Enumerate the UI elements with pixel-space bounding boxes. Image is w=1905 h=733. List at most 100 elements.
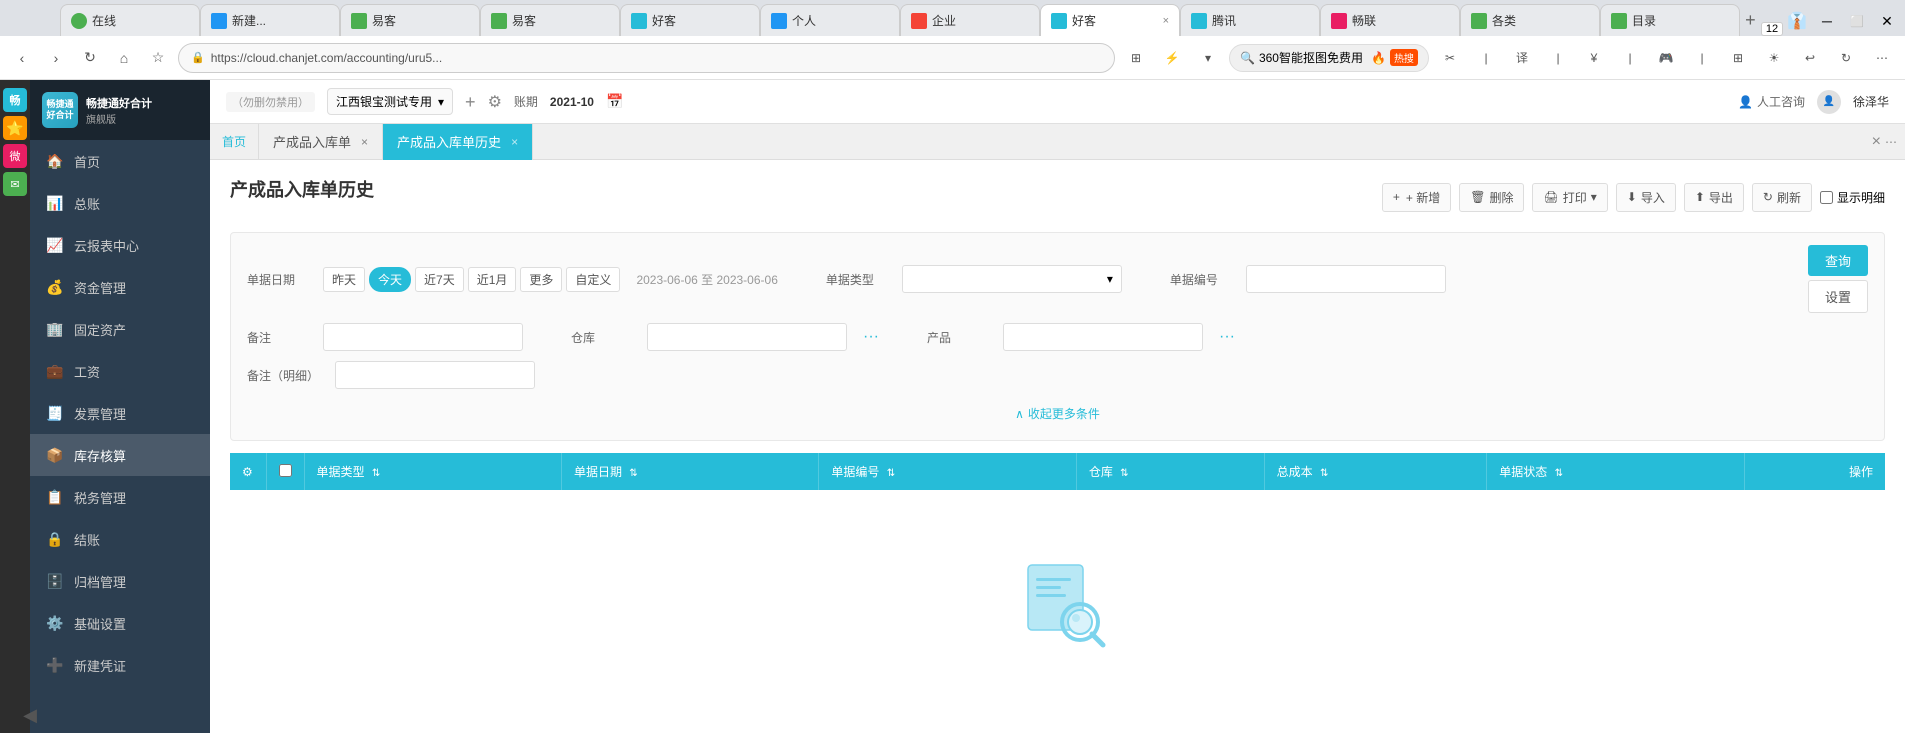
filter-bill-no-input[interactable]: [1246, 265, 1446, 293]
tab-new[interactable]: 新建...: [200, 4, 340, 36]
sidebar-item-home[interactable]: 🏠 首页: [30, 140, 210, 182]
sidebar-item-finance[interactable]: 💰 资金管理: [30, 266, 210, 308]
scissors-icon[interactable]: ✂: [1435, 43, 1465, 73]
export-btn[interactable]: ⬆ 导出: [1684, 183, 1744, 212]
gamepad-icon[interactable]: 🎮: [1651, 43, 1681, 73]
app-icon-changjie[interactable]: 畅: [3, 88, 27, 112]
date-btn-more[interactable]: 更多: [520, 267, 562, 292]
print-btn[interactable]: 🖨 打印 ▾: [1532, 183, 1607, 212]
page-tab-list-close[interactable]: ×: [361, 135, 368, 149]
tab-tengxun[interactable]: 腾讯: [1180, 4, 1320, 36]
company-select[interactable]: 江西银宝测试专用 ▾: [327, 88, 453, 115]
th-bill-no[interactable]: 单据编号 ⇅: [819, 453, 1076, 490]
tab-qiye[interactable]: 企业: [900, 4, 1040, 36]
sidebar-item-assets[interactable]: 🏢 固定资产: [30, 308, 210, 350]
nav-star-btn[interactable]: ☆: [144, 44, 172, 72]
page-tab-history-close[interactable]: ×: [511, 135, 518, 149]
nav-home-btn[interactable]: ⌂: [110, 44, 138, 72]
filter-bill-type-select[interactable]: ▾: [902, 265, 1122, 293]
nav-back-btn[interactable]: ‹: [8, 44, 36, 72]
undo-icon[interactable]: ↩: [1795, 43, 1825, 73]
import-btn[interactable]: ⬇ 导入: [1616, 183, 1676, 212]
filter-remark-detail-input[interactable]: [335, 361, 535, 389]
app-icon-weibo[interactable]: 微: [3, 144, 27, 168]
calendar-icon[interactable]: 📅: [606, 93, 623, 110]
filter-remark-input[interactable]: [323, 323, 523, 351]
nav-forward-btn[interactable]: ›: [42, 44, 70, 72]
sidebar-item-ledger[interactable]: 📊 总账: [30, 182, 210, 224]
sidebar-item-archive[interactable]: 🗄️ 归档管理: [30, 560, 210, 602]
date-btn-today[interactable]: 今天: [369, 267, 411, 292]
yen-icon[interactable]: ¥: [1579, 43, 1609, 73]
filter-product-dots[interactable]: ···: [1219, 328, 1235, 346]
maximize-btn[interactable]: ⬜: [1843, 10, 1871, 32]
grid2-icon[interactable]: ⊞: [1723, 43, 1753, 73]
new-tab-btn[interactable]: +: [1740, 4, 1761, 36]
search-box[interactable]: 🔍 360智能抠图免费用 🔥 热搜: [1229, 44, 1429, 72]
th-bill-status[interactable]: 单据状态 ⇅: [1487, 453, 1744, 490]
sidebar-item-closing[interactable]: 🔒 结账: [30, 518, 210, 560]
dropdown-arrow-icon[interactable]: ▾: [1193, 43, 1223, 73]
minimize-btn[interactable]: ─: [1813, 10, 1841, 32]
tab-yike1[interactable]: 易客: [340, 4, 480, 36]
tab-geren[interactable]: 个人: [760, 4, 900, 36]
tab-yike2[interactable]: 易客: [480, 4, 620, 36]
app-icon-star[interactable]: ⭐: [3, 116, 27, 140]
page-tab-history[interactable]: 产成品入库单历史 ×: [383, 124, 533, 160]
collapse-btn[interactable]: ∧ 收起更多条件: [247, 399, 1868, 428]
sidebar-item-invoice[interactable]: 🧾 发票管理: [30, 392, 210, 434]
th-total-cost[interactable]: 总成本 ⇅: [1264, 453, 1487, 490]
translate-icon[interactable]: 译: [1507, 43, 1537, 73]
browser-back-btn[interactable]: ◀: [16, 701, 44, 729]
refresh2-icon[interactable]: ↻: [1831, 43, 1861, 73]
sidebar-item-basic[interactable]: ⚙️ 基础设置: [30, 602, 210, 644]
refresh-btn[interactable]: ↻ 刷新: [1752, 183, 1812, 212]
sidebar-item-newbill[interactable]: ➕ 新建凭证: [30, 644, 210, 686]
date-btn-custom[interactable]: 自定义: [566, 267, 620, 292]
delete-btn[interactable]: 🗑 删除: [1459, 183, 1524, 212]
breadcrumb-home[interactable]: 首页: [222, 133, 246, 150]
show-detail-checkbox[interactable]: [1820, 191, 1833, 204]
th-bill-date[interactable]: 单据日期 ⇅: [561, 453, 818, 490]
query-btn[interactable]: 查询: [1808, 245, 1868, 276]
date-btn-7days[interactable]: 近7天: [415, 267, 464, 292]
tab-changlian[interactable]: 畅联: [1320, 4, 1460, 36]
tab-haoke1[interactable]: 好客: [620, 4, 760, 36]
tab-zaixin[interactable]: 在线: [60, 4, 200, 36]
tab-close-btn[interactable]: ×: [1163, 15, 1169, 27]
add-company-btn[interactable]: +: [465, 93, 476, 111]
tab-mulu[interactable]: 目录: [1600, 4, 1740, 36]
sun-icon[interactable]: ☀: [1759, 43, 1789, 73]
select-all-checkbox[interactable]: [279, 464, 292, 477]
th-warehouse[interactable]: 仓库 ⇅: [1076, 453, 1264, 490]
filter-product-input[interactable]: [1003, 323, 1203, 351]
tab-haoke2-active[interactable]: 好客 ×: [1040, 4, 1180, 36]
sidebar-item-salary[interactable]: 💼 工资: [30, 350, 210, 392]
sidebar-item-tax[interactable]: 📋 税务管理: [30, 476, 210, 518]
sidebar-item-report[interactable]: 📈 云报表中心: [30, 224, 210, 266]
sidebar-item-inventory[interactable]: 📦 库存核算: [30, 434, 210, 476]
date-btn-yesterday[interactable]: 昨天: [323, 267, 365, 292]
nav-refresh-btn[interactable]: ↻: [76, 44, 104, 72]
close-all-btn[interactable]: ×: [1872, 133, 1881, 151]
close-window-btn[interactable]: ✕: [1873, 10, 1901, 32]
more-tabs-btn[interactable]: ⋯: [1885, 135, 1897, 149]
th-checkbox[interactable]: [266, 453, 304, 490]
add-btn[interactable]: + + 新增: [1382, 183, 1451, 212]
filter-warehouse-dots[interactable]: ···: [863, 328, 879, 346]
settings-btn[interactable]: 设置: [1808, 280, 1868, 313]
grid-icon[interactable]: ⊞: [1121, 43, 1151, 73]
page-tab-list[interactable]: 产成品入库单 ×: [259, 124, 383, 160]
tab-gelei[interactable]: 各类: [1460, 4, 1600, 36]
show-detail-checkbox-label[interactable]: 显示明细: [1820, 189, 1885, 206]
more-icon[interactable]: ⋯: [1867, 43, 1897, 73]
date-btn-1month[interactable]: 近1月: [468, 267, 517, 292]
user-service-btn[interactable]: 👤 人工咨询: [1738, 93, 1805, 110]
th-bill-type[interactable]: 单据类型 ⇅: [304, 453, 561, 490]
filter-warehouse-input[interactable]: [647, 323, 847, 351]
url-bar[interactable]: 🔒 https://cloud.chanjet.com/accounting/u…: [178, 43, 1115, 73]
company-settings-icon[interactable]: ⚙: [488, 92, 502, 112]
th-gear[interactable]: ⚙: [230, 453, 266, 490]
app-icon-mail[interactable]: ✉: [3, 172, 27, 196]
bolt-icon[interactable]: ⚡: [1157, 43, 1187, 73]
